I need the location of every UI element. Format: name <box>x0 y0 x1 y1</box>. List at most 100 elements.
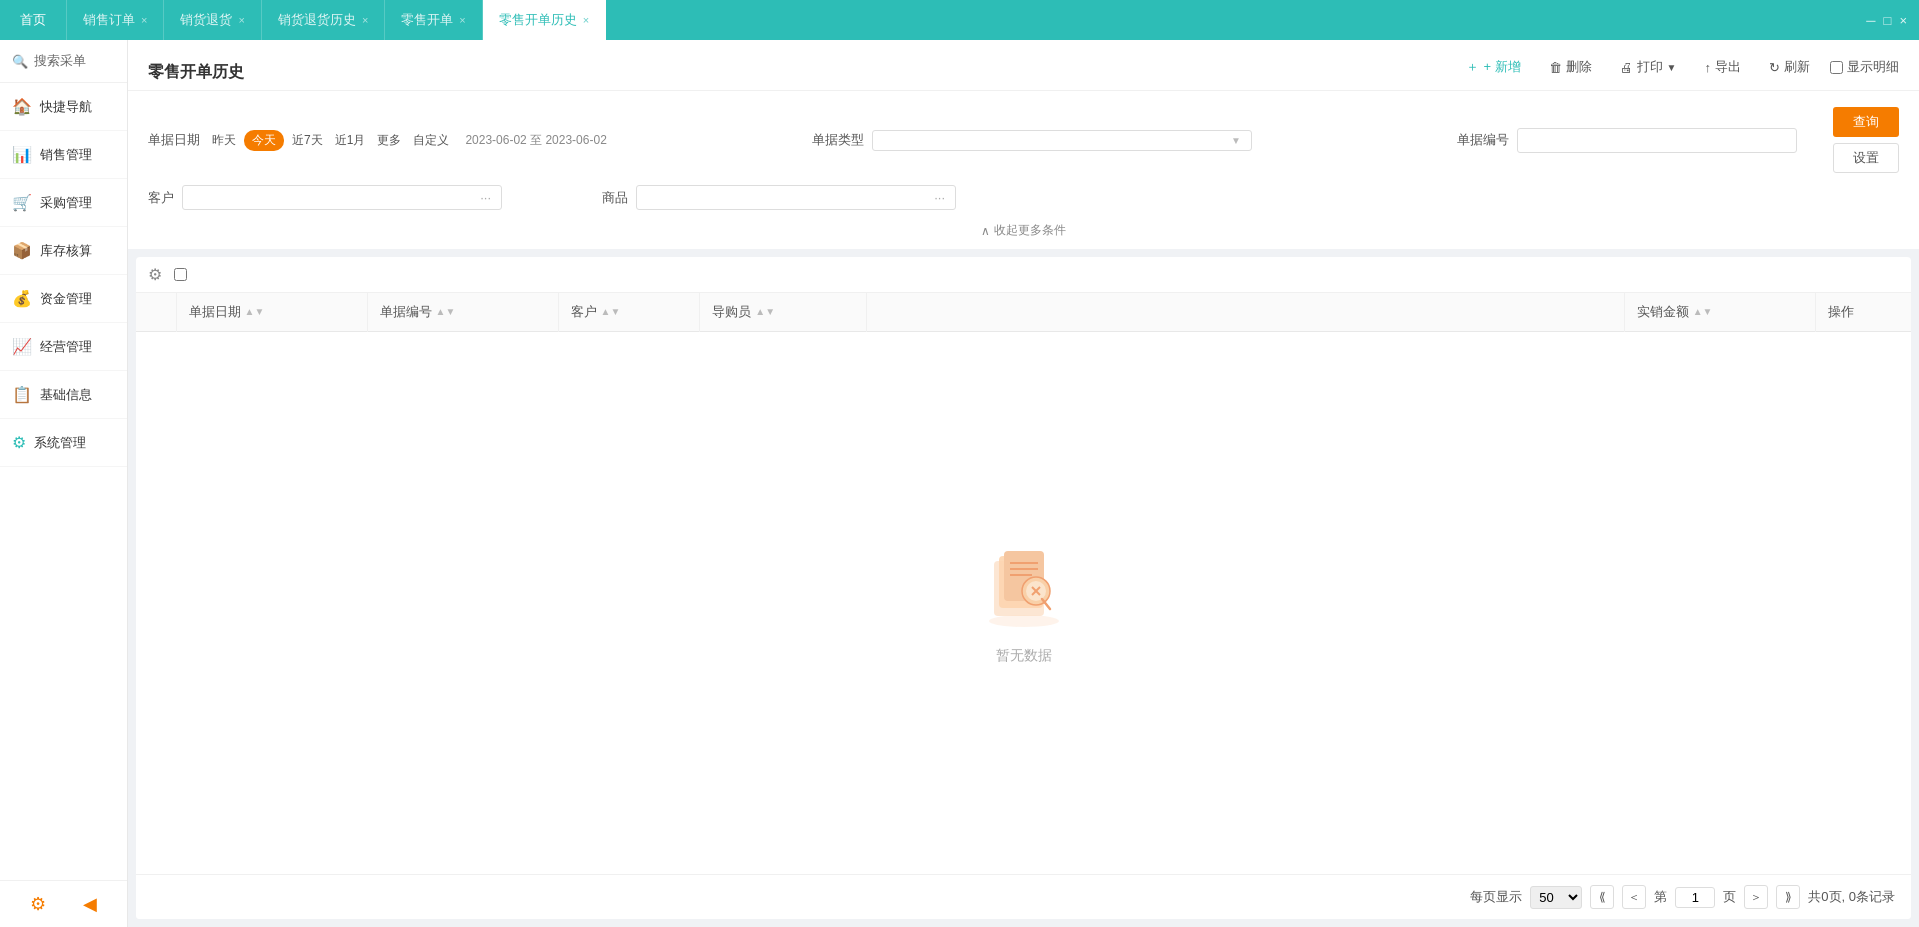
print-icon: 🖨 <box>1620 60 1633 75</box>
filter-date-item: 单据日期 昨天 今天 近7天 近1月 更多 自定义 2023-06-02 至 2… <box>148 130 607 151</box>
chevron-down-icon: ▼ <box>1231 135 1241 146</box>
data-table: 单据日期 ▲▼ 单据编号 ▲▼ 客户 <box>136 293 1911 332</box>
filter-customer-select[interactable]: ··· <box>182 185 502 210</box>
page-prev-button[interactable]: ＜ <box>1622 885 1646 909</box>
filter-section: 单据日期 昨天 今天 近7天 近1月 更多 自定义 2023-06-02 至 2… <box>128 91 1919 249</box>
page-size-select[interactable]: 50 10 20 100 <box>1530 886 1582 909</box>
tab-retail-open-label: 零售开单 <box>401 11 453 29</box>
print-button[interactable]: 🖨 打印 ▼ <box>1612 54 1685 80</box>
tab-sales-return-history-label: 销货退货历史 <box>278 11 356 29</box>
content-area: 零售开单历史 ＋ + 新增 🗑 删除 🖨 打印 ▼ ↑ 导出 <box>128 40 1919 927</box>
delete-icon: 🗑 <box>1549 60 1562 75</box>
tab-sales-order-label: 销售订单 <box>83 11 135 29</box>
svg-point-0 <box>989 615 1059 627</box>
delete-label: 删除 <box>1566 58 1592 76</box>
sidebar-item-purchase-mgmt[interactable]: 🛒 采购管理 <box>0 179 127 227</box>
pagination: 每页显示 50 10 20 100 ⟪ ＜ 第 页 ＞ ⟫ 共0页, 0条记录 <box>136 874 1911 919</box>
tab-retail-open-history-close[interactable]: × <box>583 14 589 26</box>
sidebar-item-purchase-mgmt-label: 采购管理 <box>40 194 92 212</box>
sidebar-item-finance[interactable]: 💰 资金管理 <box>0 275 127 323</box>
tab-sales-return-close[interactable]: × <box>238 14 244 26</box>
sidebar-item-system[interactable]: ⚙ 系统管理 <box>0 419 127 467</box>
page-size-label: 每页显示 <box>1470 888 1522 906</box>
th-action: 操作 <box>1815 293 1911 332</box>
refresh-label: 刷新 <box>1784 58 1810 76</box>
query-button[interactable]: 查询 <box>1833 107 1899 137</box>
sidebar-item-basic-info[interactable]: 📋 基础信息 <box>0 371 127 419</box>
tab-retail-open-history[interactable]: 零售开单历史 × <box>483 0 606 40</box>
shortcut-more[interactable]: 更多 <box>373 130 405 151</box>
shortcut-yesterday[interactable]: 昨天 <box>208 130 240 151</box>
sidebar-item-inventory[interactable]: 📦 库存核算 <box>0 227 127 275</box>
th-number[interactable]: 单据编号 ▲▼ <box>367 293 558 332</box>
th-customer-label: 客户 <box>571 303 597 321</box>
tab-sales-order-close[interactable]: × <box>141 14 147 26</box>
show-detail-checkbox[interactable] <box>1830 61 1843 74</box>
window-minimize[interactable]: ─ <box>1866 13 1875 28</box>
select-all-checkbox[interactable] <box>174 268 187 281</box>
goods-dots: ··· <box>934 190 945 205</box>
sidebar-item-finance-label: 资金管理 <box>40 290 92 308</box>
sidebar-item-operations[interactable]: 📈 经营管理 <box>0 323 127 371</box>
th-date[interactable]: 单据日期 ▲▼ <box>176 293 367 332</box>
setting-button[interactable]: 设置 <box>1833 143 1899 173</box>
shortcut-custom[interactable]: 自定义 <box>409 130 453 151</box>
page-title: 零售开单历史 <box>148 62 244 83</box>
collapse-label: 收起更多条件 <box>994 222 1066 239</box>
sidebar-item-system-label: 系统管理 <box>34 434 86 452</box>
tab-sales-order[interactable]: 销售订单 × <box>67 0 164 40</box>
refresh-button[interactable]: ↻ 刷新 <box>1761 54 1818 80</box>
page-first-button[interactable]: ⟪ <box>1590 885 1614 909</box>
sidebar-item-inventory-label: 库存核算 <box>40 242 92 260</box>
window-close[interactable]: × <box>1899 13 1907 28</box>
page-number-input[interactable] <box>1675 887 1715 908</box>
toolbar: ＋ + 新增 🗑 删除 🖨 打印 ▼ ↑ 导出 ↻ <box>1458 54 1899 90</box>
filter-number-label: 单据编号 <box>1457 131 1509 149</box>
gear-icon: ⚙ <box>12 433 26 452</box>
tab-sales-return[interactable]: 销货退货 × <box>164 0 261 40</box>
filter-number-input[interactable] <box>1517 128 1797 153</box>
sidebar-search-label: 搜索采单 <box>34 52 86 70</box>
tab-sales-return-history-close[interactable]: × <box>362 14 368 26</box>
th-salesperson-label: 导购员 <box>712 303 751 321</box>
filter-date-label: 单据日期 <box>148 131 200 149</box>
window-maximize[interactable]: □ <box>1884 13 1892 28</box>
export-button[interactable]: ↑ 导出 <box>1697 54 1750 80</box>
show-detail-checkbox-container[interactable]: 显示明细 <box>1830 58 1899 76</box>
tab-home[interactable]: 首页 <box>0 0 67 40</box>
main-layout: 🔍 搜索采单 🏠 快捷导航 📊 销售管理 🛒 采购管理 📦 库存核算 💰 资金管… <box>0 40 1919 927</box>
date-range-display: 2023-06-02 至 2023-06-02 <box>465 132 606 149</box>
add-button[interactable]: ＋ + 新增 <box>1458 54 1528 80</box>
filter-type-item: 单据类型 ▼ <box>812 130 1252 151</box>
filter-goods-select[interactable]: ··· <box>636 185 956 210</box>
pagination-total: 共0页, 0条记录 <box>1808 888 1895 906</box>
collapse-sidebar-icon[interactable]: ◀ <box>83 893 97 915</box>
sidebar-item-quick-nav[interactable]: 🏠 快捷导航 <box>0 83 127 131</box>
tab-sales-return-label: 销货退货 <box>180 11 232 29</box>
tab-retail-open-close[interactable]: × <box>459 14 465 26</box>
settings-bottom-icon[interactable]: ⚙ <box>30 893 46 915</box>
th-customer[interactable]: 客户 ▲▼ <box>558 293 700 332</box>
shortcut-last7[interactable]: 近7天 <box>288 130 327 151</box>
tab-home-label: 首页 <box>20 11 46 29</box>
th-number-label: 单据编号 <box>380 303 432 321</box>
collapse-bar[interactable]: ∧ 收起更多条件 <box>148 222 1899 239</box>
tab-sales-return-history[interactable]: 销货退货历史 × <box>262 0 385 40</box>
filter-type-select[interactable]: ▼ <box>872 130 1252 151</box>
filter-goods-label: 商品 <box>602 189 628 207</box>
sort-salesperson-icon: ▲▼ <box>755 307 775 317</box>
sort-number-icon: ▲▼ <box>436 307 456 317</box>
page-last-button[interactable]: ⟫ <box>1776 885 1800 909</box>
window-controls: ─ □ × <box>1854 13 1919 28</box>
delete-button[interactable]: 🗑 删除 <box>1541 54 1600 80</box>
tab-retail-open[interactable]: 零售开单 × <box>385 0 482 40</box>
table-settings-icon[interactable]: ⚙ <box>148 265 162 284</box>
sidebar-item-sales-mgmt[interactable]: 📊 销售管理 <box>0 131 127 179</box>
shortcut-today[interactable]: 今天 <box>244 130 284 151</box>
top-tabbar: 首页 销售订单 × 销货退货 × 销货退货历史 × 零售开单 × 零售开单历史 … <box>0 0 1919 40</box>
shortcut-last-month[interactable]: 近1月 <box>331 130 370 151</box>
sidebar-search[interactable]: 🔍 搜索采单 <box>0 40 127 83</box>
th-salesperson[interactable]: 导购员 ▲▼ <box>700 293 866 332</box>
th-amount[interactable]: 实销金额 ▲▼ <box>1624 293 1815 332</box>
page-next-button[interactable]: ＞ <box>1744 885 1768 909</box>
